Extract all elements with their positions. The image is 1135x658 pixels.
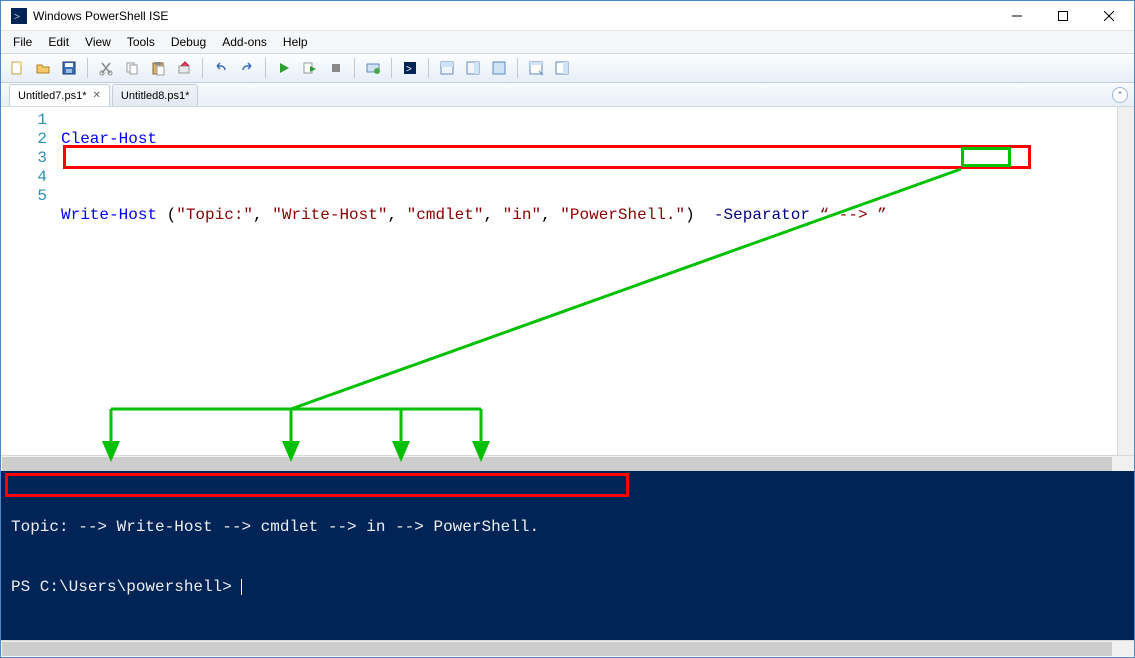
console-cursor <box>241 579 242 595</box>
run-script-button[interactable] <box>272 56 296 80</box>
copy-button[interactable] <box>120 56 144 80</box>
console-output: Topic: --> Write-Host --> cmdlet --> in … <box>11 517 1124 537</box>
string-token: "in" <box>503 206 541 224</box>
tab-close-icon[interactable]: ✕ <box>93 90 101 101</box>
line-number: 1 <box>1 111 47 130</box>
maximize-button[interactable] <box>1040 1 1086 31</box>
start-powershell-button[interactable]: > <box>398 56 422 80</box>
toolbar: > <box>1 53 1134 83</box>
menu-bar: File Edit View Tools Debug Add-ons Help <box>1 31 1134 53</box>
undo-button[interactable] <box>209 56 233 80</box>
editor-pane: 1 2 3 4 5 Clear-Host Write-Host ("Topic:… <box>1 107 1134 471</box>
menu-addons[interactable]: Add-ons <box>214 33 275 51</box>
menu-debug[interactable]: Debug <box>163 33 214 51</box>
string-token: "PowerShell." <box>560 206 685 224</box>
line-number: 4 <box>1 168 47 187</box>
line-gutter: 1 2 3 4 5 <box>1 107 61 455</box>
new-remote-tab-button[interactable] <box>361 56 385 80</box>
tab-untitled7[interactable]: Untitled7.ps1* ✕ <box>9 84 110 106</box>
show-command-button[interactable] <box>524 56 548 80</box>
menu-view[interactable]: View <box>77 33 119 51</box>
clear-button[interactable] <box>172 56 196 80</box>
run-selection-button[interactable] <box>298 56 322 80</box>
string-token: "Topic:" <box>176 206 253 224</box>
tab-label: Untitled8.ps1* <box>121 90 190 102</box>
menu-edit[interactable]: Edit <box>40 33 77 51</box>
title-bar: > Windows PowerShell ISE <box>1 1 1134 31</box>
svg-text:>: > <box>406 64 412 75</box>
new-file-button[interactable] <box>5 56 29 80</box>
paste-button[interactable] <box>146 56 170 80</box>
console-prompt: PS C:\Users\powershell> <box>11 578 241 596</box>
string-token: "cmdlet" <box>407 206 484 224</box>
minimize-button[interactable] <box>994 1 1040 31</box>
show-script-right-button[interactable] <box>461 56 485 80</box>
param-token: -Separator <box>714 206 810 224</box>
show-command-addon-button[interactable] <box>550 56 574 80</box>
svg-text:>: > <box>14 11 20 23</box>
redo-button[interactable] <box>235 56 259 80</box>
cut-button[interactable] <box>94 56 118 80</box>
menu-tools[interactable]: Tools <box>119 33 163 51</box>
tab-label: Untitled7.ps1* <box>18 90 87 102</box>
tab-untitled8[interactable]: Untitled8.ps1* <box>112 84 199 106</box>
annotation-output-highlight <box>5 473 629 497</box>
save-button[interactable] <box>57 56 81 80</box>
annotation-separator-highlight <box>961 147 1011 167</box>
close-button[interactable] <box>1086 1 1132 31</box>
menu-file[interactable]: File <box>5 33 40 51</box>
window-title: Windows PowerShell ISE <box>33 9 994 23</box>
line-number: 3 <box>1 149 47 168</box>
open-file-button[interactable] <box>31 56 55 80</box>
menu-help[interactable]: Help <box>275 33 316 51</box>
tab-bar: Untitled7.ps1* ✕ Untitled8.ps1* ⌃ <box>1 83 1134 107</box>
console-horizontal-scrollbar[interactable] <box>1 640 1134 656</box>
stop-button[interactable] <box>324 56 348 80</box>
line-number: 5 <box>1 187 47 206</box>
show-script-top-button[interactable] <box>435 56 459 80</box>
console-pane[interactable]: Topic: --> Write-Host --> cmdlet --> in … <box>1 471 1134 640</box>
string-token: "Write-Host" <box>272 206 387 224</box>
collapse-script-button[interactable]: ⌃ <box>1112 87 1128 103</box>
cmdlet-token: Write-Host <box>61 206 157 224</box>
line-number: 2 <box>1 130 47 149</box>
editor-horizontal-scrollbar[interactable] <box>1 455 1134 471</box>
editor-vertical-scrollbar[interactable] <box>1117 107 1134 455</box>
separator-value: --> <box>829 206 877 224</box>
annotation-code-highlight <box>63 145 1031 169</box>
app-icon: > <box>11 8 27 24</box>
show-script-max-button[interactable] <box>487 56 511 80</box>
